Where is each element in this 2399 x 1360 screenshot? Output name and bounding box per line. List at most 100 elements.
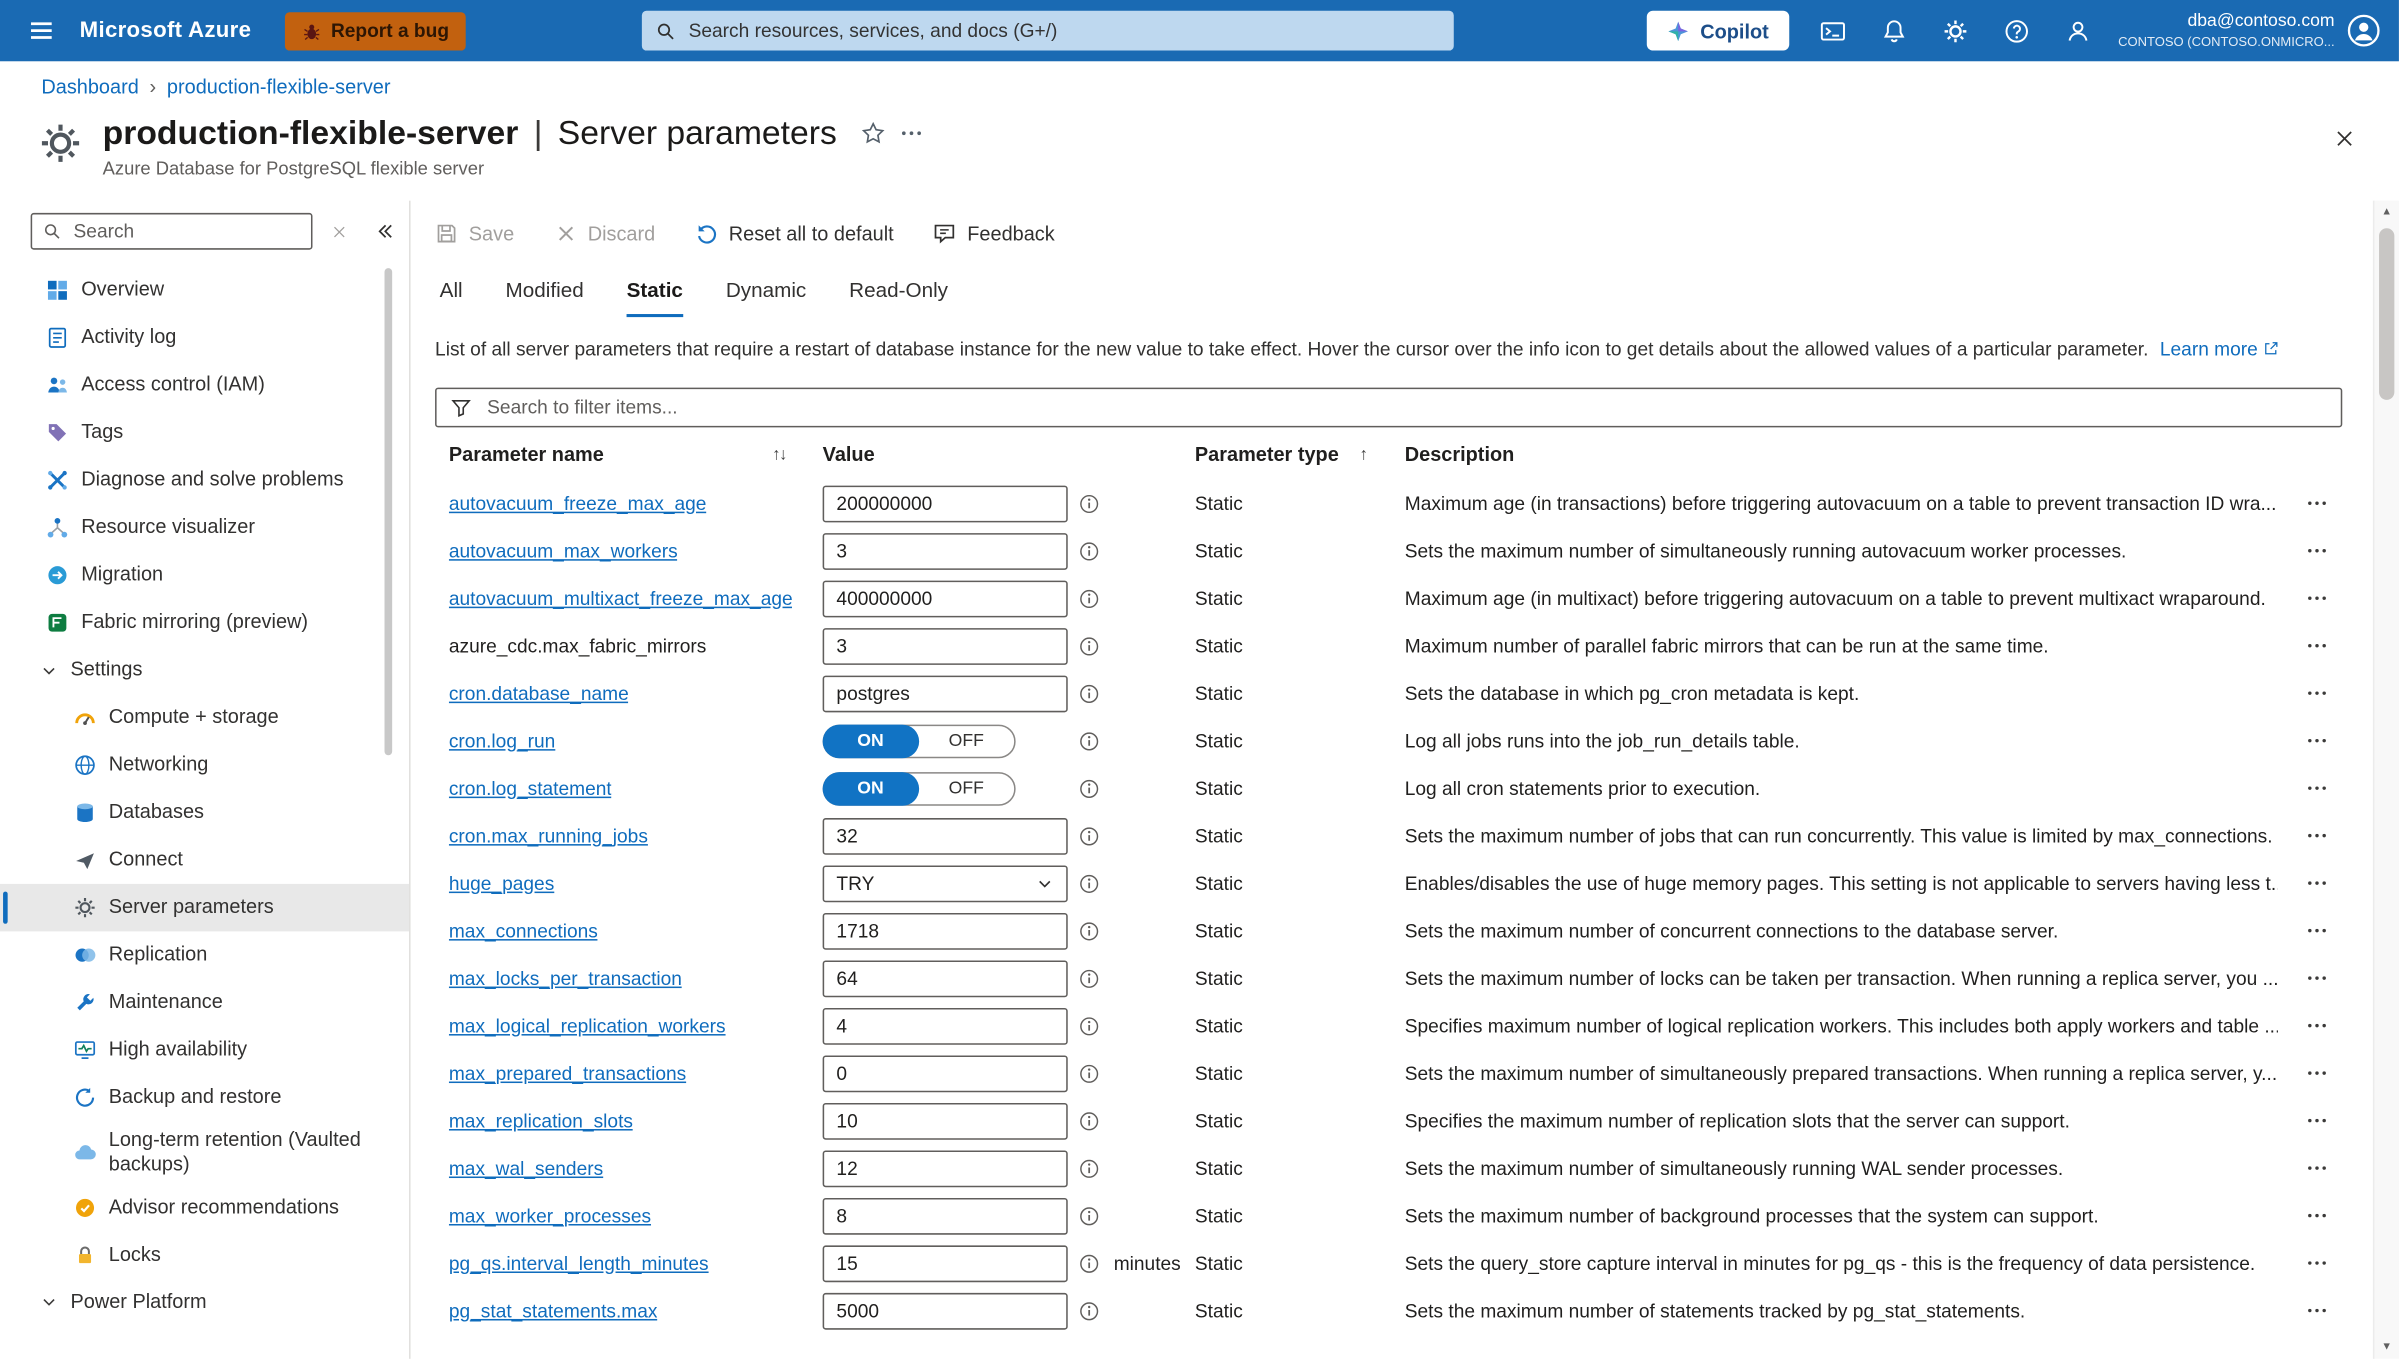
settings-gear-icon[interactable]	[1942, 18, 1968, 44]
page-scrollbar[interactable]: ▲ ▼	[2372, 200, 2399, 1359]
parameter-link-max-locks-per-transaction[interactable]: max_locks_per_transaction	[449, 967, 682, 988]
title-more-icon[interactable]	[900, 121, 925, 146]
row-more-button[interactable]	[2305, 1299, 2328, 1322]
sidebar-item-databases[interactable]: Databases	[0, 789, 409, 836]
sidebar-item-long-term-retention-vaulted-backups[interactable]: Long-term retention (Vaulted backups)	[0, 1121, 409, 1183]
parameter-link-max-replication-slots[interactable]: max_replication_slots	[449, 1110, 633, 1131]
notifications-icon[interactable]	[1881, 18, 1907, 44]
parameter-link-pg-qs-interval-length-minutes[interactable]: pg_qs.interval_length_minutes	[449, 1252, 709, 1273]
filter-input[interactable]	[484, 395, 2327, 420]
value-input-autovacuum-multixact-freeze-max-age[interactable]	[822, 579, 1068, 617]
info-icon[interactable]	[1078, 493, 1099, 514]
info-icon[interactable]	[1078, 587, 1099, 608]
help-icon[interactable]	[2003, 18, 2029, 44]
parameter-link-max-wal-senders[interactable]: max_wal_senders	[449, 1157, 603, 1178]
global-search[interactable]	[641, 10, 1454, 51]
toggle-cron-log-statement[interactable]: ON OFF	[822, 771, 1016, 806]
sort-icon[interactable]: ↑↓	[772, 445, 787, 463]
parameter-link-max-connections[interactable]: max_connections	[449, 920, 598, 941]
parameter-link-cron-database-name[interactable]: cron.database_name	[449, 682, 629, 703]
sidebar-item-backup-and-restore[interactable]: Backup and restore	[0, 1074, 409, 1121]
parameter-link-cron-max-running-jobs[interactable]: cron.max_running_jobs	[449, 825, 648, 846]
value-input-cron-database-name[interactable]	[822, 674, 1068, 712]
sidebar-item-diagnose-and-solve-problems[interactable]: Diagnose and solve problems	[0, 457, 409, 504]
cloud-shell-icon[interactable]	[1819, 18, 1845, 44]
value-input-max-wal-senders[interactable]	[822, 1149, 1068, 1187]
value-input-autovacuum-max-workers[interactable]	[822, 532, 1068, 570]
parameter-link-max-worker-processes[interactable]: max_worker_processes	[449, 1205, 651, 1226]
sidebar-item-activity-log[interactable]: Activity log	[0, 314, 409, 361]
value-input-pg-qs-interval-length-minutes[interactable]	[822, 1244, 1068, 1282]
sidebar-item-maintenance[interactable]: Maintenance	[0, 979, 409, 1026]
sort-icon[interactable]: ↑	[1360, 445, 1368, 463]
info-icon[interactable]	[1078, 872, 1099, 893]
tab-read-only[interactable]: Read-Only	[849, 279, 948, 317]
sidebar-item-high-availability[interactable]: High availability	[0, 1026, 409, 1073]
breadcrumb-link-production-flexible-server[interactable]: production-flexible-server	[167, 75, 391, 98]
parameter-link-autovacuum-multixact-freeze-max-age[interactable]: autovacuum_multixact_freeze_max_age	[449, 587, 793, 608]
tab-static[interactable]: Static	[626, 279, 683, 318]
tab-dynamic[interactable]: Dynamic	[726, 279, 806, 317]
parameter-link-autovacuum-max-workers[interactable]: autovacuum_max_workers	[449, 540, 678, 561]
sidebar-item-access-control-iam[interactable]: Access control (IAM)	[0, 362, 409, 409]
info-icon[interactable]	[1078, 777, 1099, 798]
row-more-button[interactable]	[2305, 729, 2328, 752]
row-more-button[interactable]	[2305, 682, 2328, 705]
row-more-button[interactable]	[2305, 539, 2328, 562]
info-icon[interactable]	[1078, 1015, 1099, 1036]
learn-more-link[interactable]: Learn more	[2160, 339, 2279, 360]
sidebar-search-box[interactable]	[30, 212, 313, 250]
info-icon[interactable]	[1078, 540, 1099, 561]
value-input-max-replication-slots[interactable]	[822, 1102, 1068, 1139]
column-header-parameter-type[interactable]: Parameter type ↑	[1175, 443, 1382, 466]
support-icon[interactable]	[2064, 18, 2090, 44]
scroll-down-arrow[interactable]: ▼	[2374, 1342, 2399, 1353]
sidebar-item-advisor-recommendations[interactable]: Advisor recommendations	[0, 1183, 409, 1230]
info-icon[interactable]	[1078, 730, 1099, 751]
value-input-cron-max-running-jobs[interactable]	[822, 817, 1068, 855]
scrollbar-thumb[interactable]	[2378, 228, 2394, 400]
info-icon[interactable]	[1078, 635, 1099, 656]
toggle-on-option[interactable]: ON	[822, 723, 919, 758]
value-input-pg-stat-statements-max[interactable]	[822, 1292, 1068, 1329]
clear-search-icon[interactable]	[331, 223, 348, 240]
row-more-button[interactable]	[2305, 492, 2328, 515]
info-icon[interactable]	[1078, 1157, 1099, 1178]
info-icon[interactable]	[1078, 825, 1099, 846]
parameter-link-max-prepared-transactions[interactable]: max_prepared_transactions	[449, 1062, 686, 1083]
toggle-cron-log-run[interactable]: ON OFF	[822, 723, 1016, 758]
sidebar-item-fabric-mirroring-preview[interactable]: Fabric mirroring (preview)	[0, 599, 409, 646]
sidebar-item-migration[interactable]: Migration	[0, 551, 409, 598]
save-button[interactable]: Save	[435, 221, 514, 244]
column-header-description[interactable]: Description	[1382, 443, 2290, 466]
row-more-button[interactable]	[2305, 1157, 2328, 1180]
info-icon[interactable]	[1078, 920, 1099, 941]
sidebar-item-server-parameters[interactable]: Server parameters	[0, 883, 410, 932]
feedback-button[interactable]: Feedback	[934, 221, 1055, 244]
info-icon[interactable]	[1078, 1205, 1099, 1226]
row-more-button[interactable]	[2305, 1252, 2328, 1275]
value-input-max-prepared-transactions[interactable]	[822, 1054, 1068, 1092]
column-header-parameter-name[interactable]: Parameter name ↑↓	[435, 443, 810, 466]
close-blade-icon[interactable]	[2333, 127, 2356, 150]
sidebar-scrollbar-thumb[interactable]	[384, 268, 393, 756]
discard-button[interactable]: Discard	[554, 221, 655, 244]
value-input-max-logical-replication-workers[interactable]	[822, 1007, 1068, 1044]
row-more-button[interactable]	[2305, 1014, 2328, 1037]
value-input-max-locks-per-transaction[interactable]	[822, 959, 1068, 997]
filter-box[interactable]	[435, 387, 2343, 428]
favorite-star-icon[interactable]	[861, 121, 886, 146]
value-input-autovacuum-freeze-max-age[interactable]	[822, 484, 1068, 522]
row-more-button[interactable]	[2305, 587, 2328, 610]
hamburger-menu-icon[interactable]	[28, 17, 56, 45]
parameter-link-autovacuum-freeze-max-age[interactable]: autovacuum_freeze_max_age	[449, 493, 707, 514]
info-icon[interactable]	[1078, 967, 1099, 988]
sidebar-item-locks[interactable]: Locks	[0, 1231, 409, 1278]
row-more-button[interactable]	[2305, 1109, 2328, 1132]
info-icon[interactable]	[1078, 1300, 1099, 1321]
global-search-input[interactable]	[685, 18, 1440, 43]
sidebar-item-replication[interactable]: Replication	[0, 931, 409, 978]
parameter-link-cron-log-run[interactable]: cron.log_run	[449, 730, 555, 751]
row-more-button[interactable]	[2305, 634, 2328, 657]
info-icon[interactable]	[1078, 1110, 1099, 1131]
